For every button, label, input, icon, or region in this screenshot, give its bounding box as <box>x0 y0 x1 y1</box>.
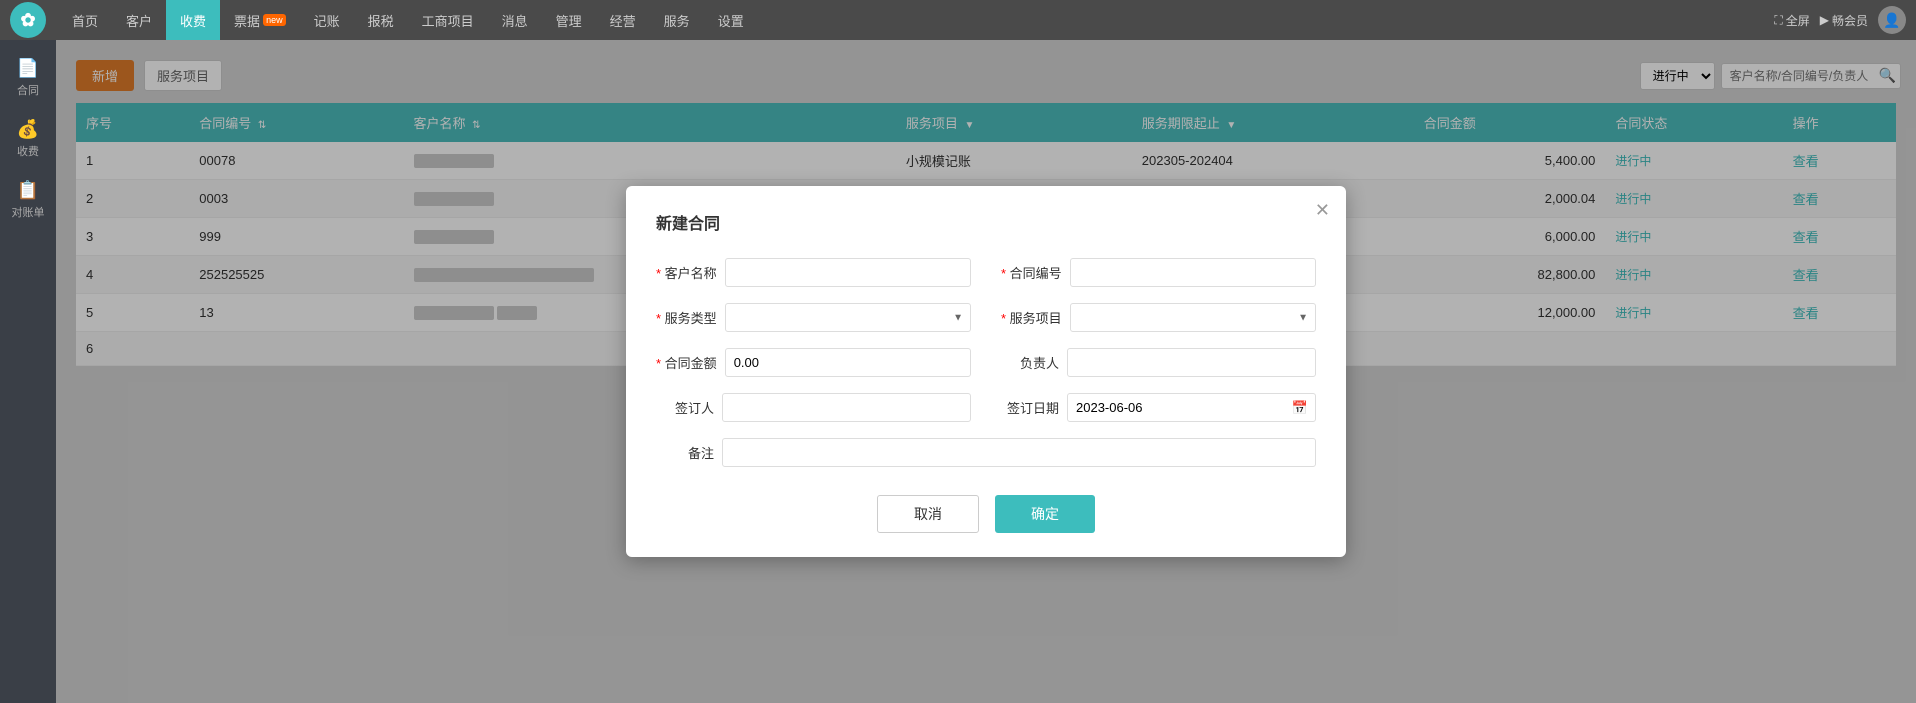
top-nav: ✿ 首页 客户 收费 票据 new 记账 报税 工商项目 消息 管理 经营 服务… <box>0 0 1916 40</box>
new-badge: new <box>263 14 286 26</box>
nav-item-bookkeeping[interactable]: 记账 <box>300 0 354 40</box>
customer-name-row: 客户名称 <box>656 258 971 287</box>
sidebar-item-statement-label: 对账单 <box>12 204 45 220</box>
play-icon: ▶ <box>1820 13 1829 27</box>
form-grid: 客户名称 合同编号 服务类型 <box>656 258 1316 467</box>
customer-name-input[interactable] <box>725 258 971 287</box>
fullscreen-label: 全屏 <box>1786 12 1810 29</box>
notes-label: 备注 <box>656 443 714 462</box>
calendar-icon: 📅 <box>1292 400 1308 416</box>
notes-input[interactable] <box>722 438 1316 467</box>
member-button[interactable]: ▶ 畅会员 <box>1820 12 1868 29</box>
sidebar: 📄 合同 💰 收费 📋 对账单 <box>0 40 56 703</box>
nav-item-business[interactable]: 工商项目 <box>408 0 488 40</box>
sidebar-item-fee[interactable]: 💰 收费 <box>3 111 53 167</box>
nav-item-fee[interactable]: 收费 <box>166 0 220 40</box>
service-type-row: 服务类型 <box>656 303 971 332</box>
nav-item-message[interactable]: 消息 <box>488 0 542 40</box>
fullscreen-icon: ⛶ <box>1774 13 1782 28</box>
signer-row: 签订人 <box>656 393 971 422</box>
amount-row: 合同金额 <box>656 348 971 377</box>
signer-label: 签订人 <box>656 398 714 417</box>
sidebar-item-contract-label: 合同 <box>17 82 39 98</box>
amount-label: 合同金额 <box>656 353 717 372</box>
fullscreen-button[interactable]: ⛶ 全屏 <box>1774 12 1809 29</box>
amount-input[interactable] <box>725 348 971 377</box>
service-type-select-wrapper <box>725 303 971 332</box>
sidebar-item-fee-label: 收费 <box>17 143 39 159</box>
nav-item-customer[interactable]: 客户 <box>112 0 166 40</box>
service-type-select[interactable] <box>725 303 971 332</box>
contract-no-label: 合同编号 <box>1001 263 1062 282</box>
content-area: 新增 服务项目 进行中 已完成 已终止 🔍 序号 合同编号 ⇅ 客户名称 ⇅ 服… <box>56 40 1916 703</box>
fee-icon: 💰 <box>17 119 39 140</box>
modal-title: 新建合同 <box>656 210 1316 234</box>
service-item-label: 服务项目 <box>1001 308 1062 327</box>
date-input-wrapper: 📅 <box>1067 393 1316 422</box>
service-type-label: 服务类型 <box>656 308 717 327</box>
member-label: 畅会员 <box>1832 12 1868 29</box>
nav-item-invoice[interactable]: 票据 new <box>220 0 300 40</box>
customer-name-label: 客户名称 <box>656 263 717 282</box>
app-logo: ✿ <box>10 2 46 38</box>
main-layout: 📄 合同 💰 收费 📋 对账单 新增 服务项目 进行中 已完成 已终止 🔍 <box>0 40 1916 703</box>
contract-icon: 📄 <box>17 58 39 79</box>
statement-icon: 📋 <box>17 180 39 201</box>
nav-item-tax[interactable]: 报税 <box>354 0 408 40</box>
sidebar-item-contract[interactable]: 📄 合同 <box>3 50 53 106</box>
modal-footer: 取消 确定 <box>656 495 1316 533</box>
modal-overlay: 新建合同 ✕ 客户名称 合同编号 服务类型 <box>56 40 1916 703</box>
new-contract-modal: 新建合同 ✕ 客户名称 合同编号 服务类型 <box>626 186 1346 557</box>
sign-date-row: 签订日期 📅 <box>1001 393 1316 422</box>
nav-item-settings[interactable]: 设置 <box>704 0 758 40</box>
service-item-row: 服务项目 <box>1001 303 1316 332</box>
service-item-select-wrapper <box>1070 303 1316 332</box>
sign-date-input[interactable] <box>1067 393 1316 422</box>
nav-item-home[interactable]: 首页 <box>58 0 112 40</box>
contract-no-input[interactable] <box>1070 258 1316 287</box>
modal-close-button[interactable]: ✕ <box>1315 200 1330 221</box>
confirm-button[interactable]: 确定 <box>995 495 1095 533</box>
service-item-select[interactable] <box>1070 303 1316 332</box>
nav-right: ⛶ 全屏 ▶ 畅会员 👤 <box>1774 6 1906 34</box>
nav-item-service[interactable]: 服务 <box>650 0 704 40</box>
sidebar-item-statement[interactable]: 📋 对账单 <box>3 172 53 228</box>
nav-item-manage[interactable]: 管理 <box>542 0 596 40</box>
responsible-row: 负责人 <box>1001 348 1316 377</box>
responsible-label: 负责人 <box>1001 353 1059 372</box>
contract-no-row: 合同编号 <box>1001 258 1316 287</box>
cancel-button[interactable]: 取消 <box>877 495 979 533</box>
notes-row: 备注 <box>656 438 1316 467</box>
sign-date-label: 签订日期 <box>1001 398 1059 417</box>
signer-input[interactable] <box>722 393 971 422</box>
responsible-input[interactable] <box>1067 348 1316 377</box>
avatar[interactable]: 👤 <box>1878 6 1906 34</box>
nav-items: 首页 客户 收费 票据 new 记账 报税 工商项目 消息 管理 经营 服务 设… <box>58 0 1774 40</box>
nav-item-operation[interactable]: 经营 <box>596 0 650 40</box>
